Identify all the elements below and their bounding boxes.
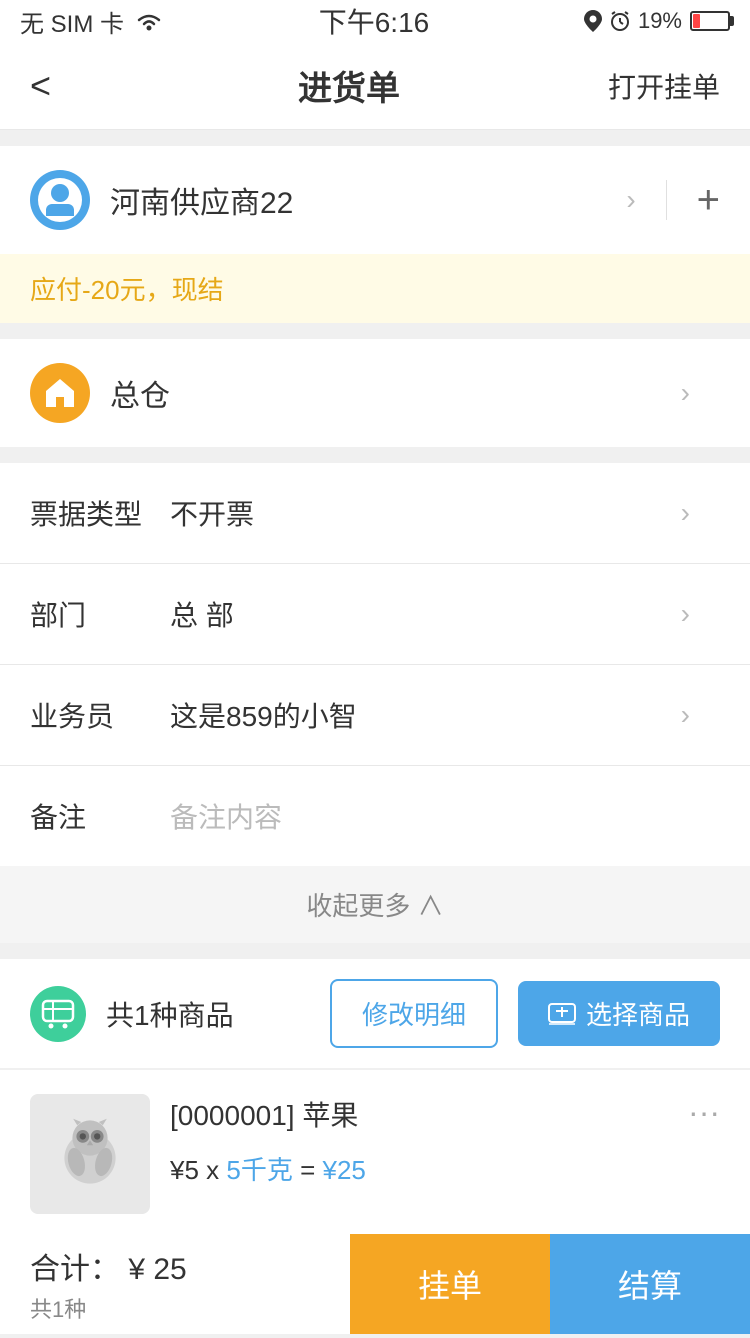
ticket-type-label: 票据类型 [30,493,170,533]
total-amount: 合计： ¥ 25 [30,1244,320,1288]
product-item: [0000001] 苹果 ¥5 x 5千克 = ¥25 ··· [0,1070,750,1238]
warehouse-label: 总仓 [110,371,681,415]
nav-bar: < 进货单 打开挂单 [0,42,750,130]
checkout-button[interactable]: 结算 [550,1234,750,1334]
remark-input[interactable]: 备注内容 [170,796,720,836]
product-toolbar: 共1种商品 修改明细 选择商品 [0,959,750,1068]
supplier-notice: 应付-20元，现结 [0,254,750,323]
select-product-icon [548,1003,576,1025]
product-quantity: 5千克 [226,1155,292,1185]
department-label: 部门 [30,594,170,634]
status-bar: 无 SIM 卡 下午6:16 19% [0,0,750,42]
supplier-name: 河南供应商22 [110,178,626,222]
supplier-divider [666,180,667,220]
ticket-type-row[interactable]: 票据类型 不开票 › [0,463,750,563]
ticket-type-chevron-icon: › [681,497,690,529]
product-price: ¥5 [170,1155,199,1185]
status-bar-right: 19% [584,8,730,34]
product-more-button[interactable]: ··· [678,1094,720,1131]
status-bar-left: 无 SIM 卡 [20,4,164,39]
salesman-row[interactable]: 业务员 这是859的小智 › [0,665,750,765]
product-equals: = [300,1155,322,1185]
wifi-icon [134,10,164,32]
supplier-row[interactable]: 河南供应商22 › + [0,146,750,254]
collapse-label: 收起更多 ∧ [306,886,443,923]
product-name: [0000001] 苹果 [170,1094,678,1134]
total-count: 共1种 [30,1292,320,1324]
ticket-type-value: 不开票 [170,493,681,533]
product-info: [0000001] 苹果 ¥5 x 5千克 = ¥25 [170,1094,678,1187]
total-label: 合计： [30,1253,120,1286]
home-icon [42,375,78,411]
add-supplier-button[interactable]: + [697,178,720,223]
back-button[interactable]: < [30,65,90,107]
select-product-button[interactable]: 选择商品 [518,981,720,1046]
hang-order-button[interactable]: 挂单 [350,1234,550,1334]
department-value: 总 部 [170,594,681,634]
department-chevron-icon: › [681,598,690,630]
spacer-2 [0,323,750,339]
spacer-4 [0,943,750,959]
product-multiply: x [206,1155,226,1185]
collapse-bar[interactable]: 收起更多 ∧ [0,866,750,943]
alarm-icon [610,10,630,32]
product-price-row: ¥5 x 5千克 = ¥25 [170,1150,678,1187]
supplier-section: 河南供应商22 › + 应付-20元，现结 [0,146,750,323]
warehouse-row[interactable]: 总仓 › [0,339,750,447]
product-thumbnail [30,1094,150,1214]
salesman-chevron-icon: › [681,699,690,731]
remark-label: 备注 [30,796,170,836]
location-icon [584,10,602,32]
page-title: 进货单 [298,61,400,110]
department-row[interactable]: 部门 总 部 › [0,564,750,664]
salesman-label: 业务员 [30,695,170,735]
product-code: [0000001] [170,1100,295,1131]
supplier-avatar [30,170,90,230]
status-bar-time: 下午6:16 [319,1,430,41]
supplier-chevron-icon: › [626,184,635,216]
product-image [50,1114,130,1194]
product-count-icon [30,986,86,1042]
page-content: 河南供应商22 › + 应付-20元，现结 总仓 › 票据类型 不开票 › [0,130,750,1338]
open-pending-button[interactable]: 打开挂单 [608,66,720,106]
edit-detail-button[interactable]: 修改明细 [330,979,498,1048]
warehouse-section: 总仓 › [0,339,750,447]
battery-percent: 19% [638,8,682,34]
carrier-text: 无 SIM 卡 [20,4,124,39]
form-section: 票据类型 不开票 › 部门 总 部 › 业务员 这是859的小智 › 备注 备注… [0,463,750,866]
bottom-bar: 合计： ¥ 25 共1种 挂单 结算 [0,1234,750,1334]
battery-icon [690,11,730,31]
product-total: ¥25 [323,1155,366,1185]
product-count-text: 共1种商品 [106,994,310,1034]
cart-icon [41,999,75,1029]
remark-row[interactable]: 备注 备注内容 [0,766,750,866]
warehouse-chevron-icon: › [681,377,690,409]
total-value: ¥ 25 [128,1253,186,1286]
bottom-total: 合计： ¥ 25 共1种 [0,1234,350,1334]
warehouse-icon [30,363,90,423]
spacer-3 [0,447,750,463]
select-product-label: 选择商品 [586,995,690,1032]
salesman-value: 这是859的小智 [170,695,681,735]
spacer-1 [0,130,750,146]
